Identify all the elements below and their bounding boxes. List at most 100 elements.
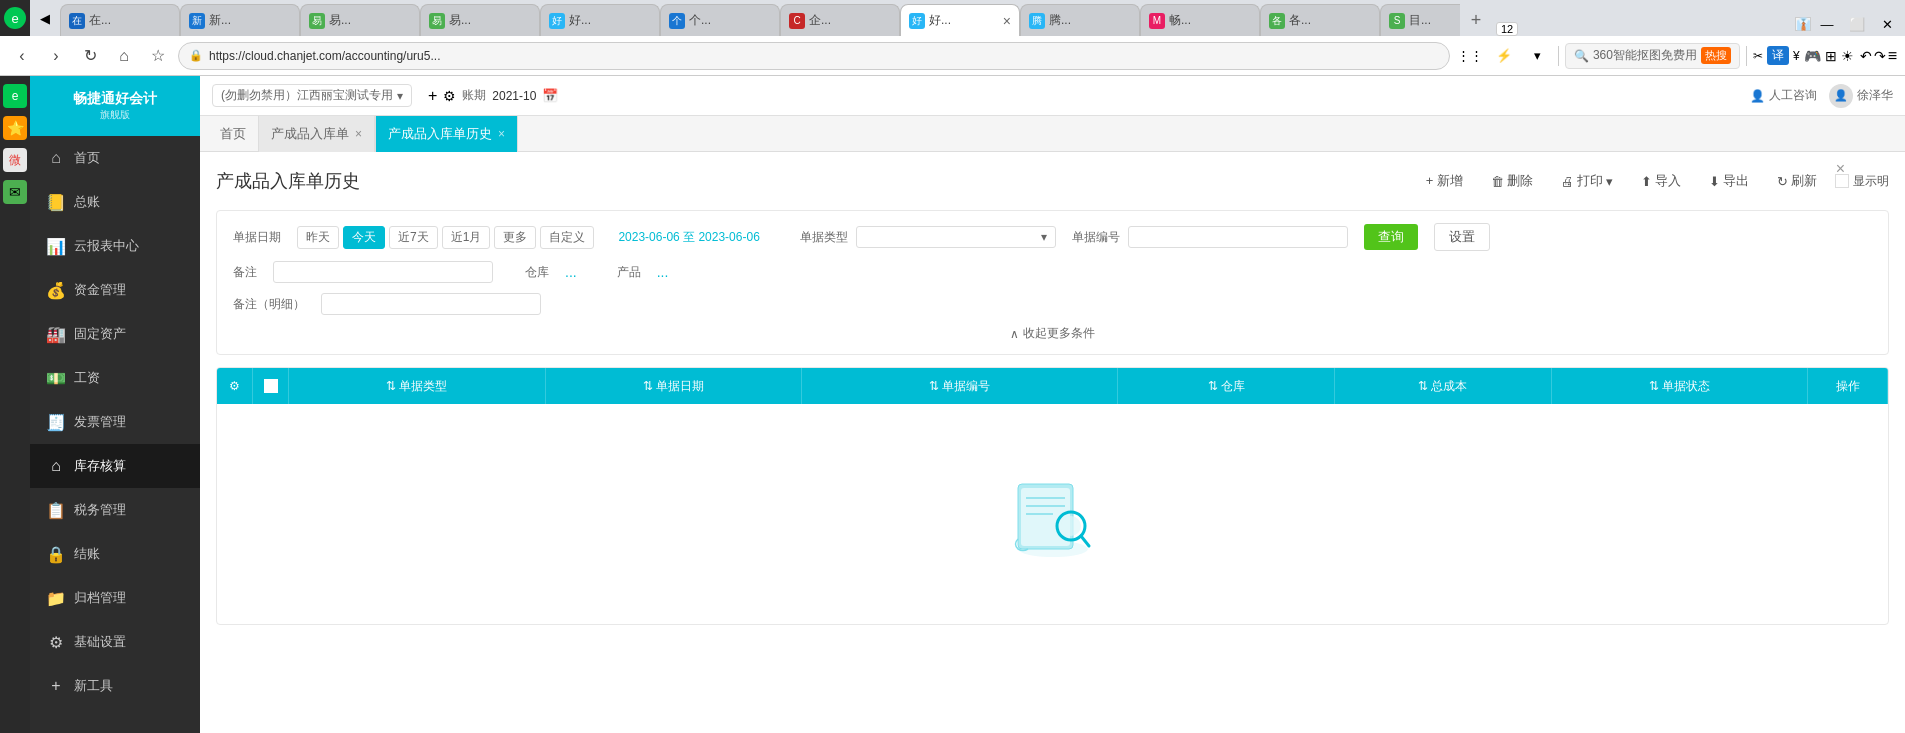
num-input[interactable] (1128, 226, 1348, 248)
add-button[interactable]: + 新增 (1416, 168, 1473, 194)
th-num[interactable]: ⇅ 单据编号 (802, 368, 1118, 404)
tab-1[interactable]: 在 在... (60, 4, 180, 36)
lightning-button[interactable]: ⚡ (1490, 42, 1518, 70)
restore-button[interactable]: ⬜ (1843, 12, 1871, 36)
sidebar-item-settings[interactable]: ⚙ 基础设置 (30, 620, 200, 664)
sidebar-item-home[interactable]: ⌂ 首页 (30, 136, 200, 180)
forward-button[interactable]: › (42, 42, 70, 70)
tab-7[interactable]: C 企... (780, 4, 900, 36)
translate-btn[interactable]: 译 (1767, 46, 1789, 65)
tab-10[interactable]: M 畅... (1140, 4, 1260, 36)
tab-5[interactable]: 好 好... (540, 4, 660, 36)
grid-icon[interactable]: ⊞ (1825, 48, 1837, 64)
tab-11[interactable]: 各 各... (1260, 4, 1380, 36)
warehouse-dots[interactable]: ... (565, 264, 577, 280)
refresh-button[interactable]: ↻ (76, 42, 104, 70)
th-warehouse[interactable]: ⇅ 仓库 (1118, 368, 1335, 404)
minimize-button[interactable]: — (1813, 12, 1841, 36)
date-btn-custom[interactable]: 自定义 (540, 226, 594, 249)
tab-4[interactable]: 易 易... (420, 4, 540, 36)
browser-back[interactable]: ◀ (30, 0, 60, 36)
remark-detail-input[interactable] (321, 293, 541, 315)
sidebar-item-report[interactable]: 📊 云报表中心 (30, 224, 200, 268)
th-type[interactable]: ⇅ 单据类型 (289, 368, 546, 404)
calendar-icon[interactable]: 📅 (542, 88, 558, 103)
search-bar[interactable]: 🔍 360智能抠图免费用 热搜 (1565, 43, 1740, 69)
tab-3[interactable]: 易 易... (300, 4, 420, 36)
currency-icon[interactable]: ¥ (1793, 49, 1800, 63)
breadcrumb-tab1-close[interactable]: × (355, 127, 362, 141)
gamepad-icon[interactable]: 🎮 (1804, 48, 1821, 64)
add-period-icon[interactable]: + (428, 87, 437, 105)
tab-8-close[interactable]: × (1003, 13, 1011, 29)
collapse-button[interactable]: ∧ 收起更多条件 (1010, 325, 1095, 342)
sidebar-item-checkout[interactable]: 🔒 结账 (30, 532, 200, 576)
tab-2[interactable]: 新 新... (180, 4, 300, 36)
breadcrumb-tab2[interactable]: 产成品入库单历史 × (375, 116, 518, 152)
sidebar-item-fixed[interactable]: 🏭 固定资产 (30, 312, 200, 356)
export-button[interactable]: ⬇ 导出 (1699, 168, 1759, 194)
breadcrumb-tab1[interactable]: 产成品入库单 × (258, 116, 375, 152)
settings-btn[interactable]: 设置 (1434, 223, 1490, 251)
shirt-icon[interactable]: 👔 (1795, 17, 1811, 31)
date-btn-more[interactable]: 更多 (494, 226, 536, 249)
date-btn-yesterday[interactable]: 昨天 (297, 226, 339, 249)
icon-bar-weibo[interactable]: 微 (3, 148, 27, 172)
sidebar-item-invoice[interactable]: 🧾 发票管理 (30, 400, 200, 444)
close-panel-icon[interactable]: × (1836, 160, 1845, 177)
import-button[interactable]: ⬆ 导入 (1631, 168, 1691, 194)
sidebar-item-salary[interactable]: 💵 工资 (30, 356, 200, 400)
scissors-icon[interactable]: ✂ (1753, 49, 1763, 63)
browser-logo[interactable]: e (4, 7, 26, 29)
icon-bar-star[interactable]: ⭐ (3, 116, 27, 140)
home-button[interactable]: ⌂ (110, 42, 138, 70)
print-button[interactable]: 🖨 打印 ▾ (1551, 168, 1623, 194)
date-btn-7days[interactable]: 近7天 (389, 226, 438, 249)
icon-bar-mail[interactable]: ✉ (3, 180, 27, 204)
menu-icon[interactable]: ≡ (1888, 47, 1897, 65)
user-info[interactable]: 👤 徐泽华 (1829, 84, 1893, 108)
gear-icon[interactable]: ⚙ (443, 88, 456, 104)
redo-icon[interactable]: ↷ (1874, 48, 1886, 64)
bookmark-button[interactable]: ☆ (144, 42, 172, 70)
th-checkbox[interactable] (253, 368, 289, 404)
sidebar-item-tax[interactable]: 📋 税务管理 (30, 488, 200, 532)
sidebar-item-archive[interactable]: 📁 归档管理 (30, 576, 200, 620)
th-cost[interactable]: ⇅ 总成本 (1335, 368, 1552, 404)
product-dots[interactable]: ... (657, 264, 669, 280)
sidebar-item-ledger[interactable]: 📒 总账 (30, 180, 200, 224)
th-date[interactable]: ⇅ 单据日期 (546, 368, 803, 404)
date-btn-today[interactable]: 今天 (343, 226, 385, 249)
icon-bar-logo[interactable]: e (3, 84, 27, 108)
th-settings[interactable]: ⚙ (217, 368, 253, 404)
sidebar-item-new[interactable]: + 新工具 (30, 664, 200, 708)
org-selector[interactable]: (勿删勿禁用）江西丽宝测试专用 ▾ (212, 84, 412, 107)
address-input-wrapper[interactable]: 🔒 (178, 42, 1450, 70)
tab-12[interactable]: S 目... (1380, 4, 1460, 36)
address-input[interactable] (209, 49, 1439, 63)
close-button[interactable]: ✕ (1873, 12, 1901, 36)
remark-input[interactable] (273, 261, 493, 283)
brightness-icon[interactable]: ☀ (1841, 48, 1854, 64)
type-select[interactable]: ▾ (856, 226, 1056, 248)
sidebar-item-fund[interactable]: 💰 资金管理 (30, 268, 200, 312)
undo-icon[interactable]: ↶ (1860, 48, 1872, 64)
back-button[interactable]: ‹ (8, 42, 36, 70)
extensions-button[interactable]: ⋮⋮ (1456, 42, 1484, 70)
breadcrumb-home[interactable]: 首页 (208, 116, 258, 152)
refresh-button-page[interactable]: ↻ 刷新 (1767, 168, 1827, 194)
th-status[interactable]: ⇅ 单据状态 (1552, 368, 1809, 404)
date-btn-1month[interactable]: 近1月 (442, 226, 491, 249)
query-button[interactable]: 查询 (1364, 224, 1418, 250)
new-tab-button[interactable]: + (1460, 4, 1492, 36)
dropdown-button[interactable]: ▾ (1524, 42, 1552, 70)
num-filter-label: 单据编号 (1072, 229, 1120, 246)
service-link[interactable]: 👤 人工咨询 (1750, 87, 1817, 104)
tab-9[interactable]: 腾 腾... (1020, 4, 1140, 36)
tab-6[interactable]: 个 个... (660, 4, 780, 36)
breadcrumb-tab2-close[interactable]: × (498, 127, 505, 141)
th-checkbox-box[interactable] (264, 379, 278, 393)
delete-button[interactable]: 🗑 删除 (1481, 168, 1543, 194)
sidebar-item-inventory[interactable]: ⌂ 库存核算 (30, 444, 200, 488)
tab-8[interactable]: 好 好... × (900, 4, 1020, 36)
